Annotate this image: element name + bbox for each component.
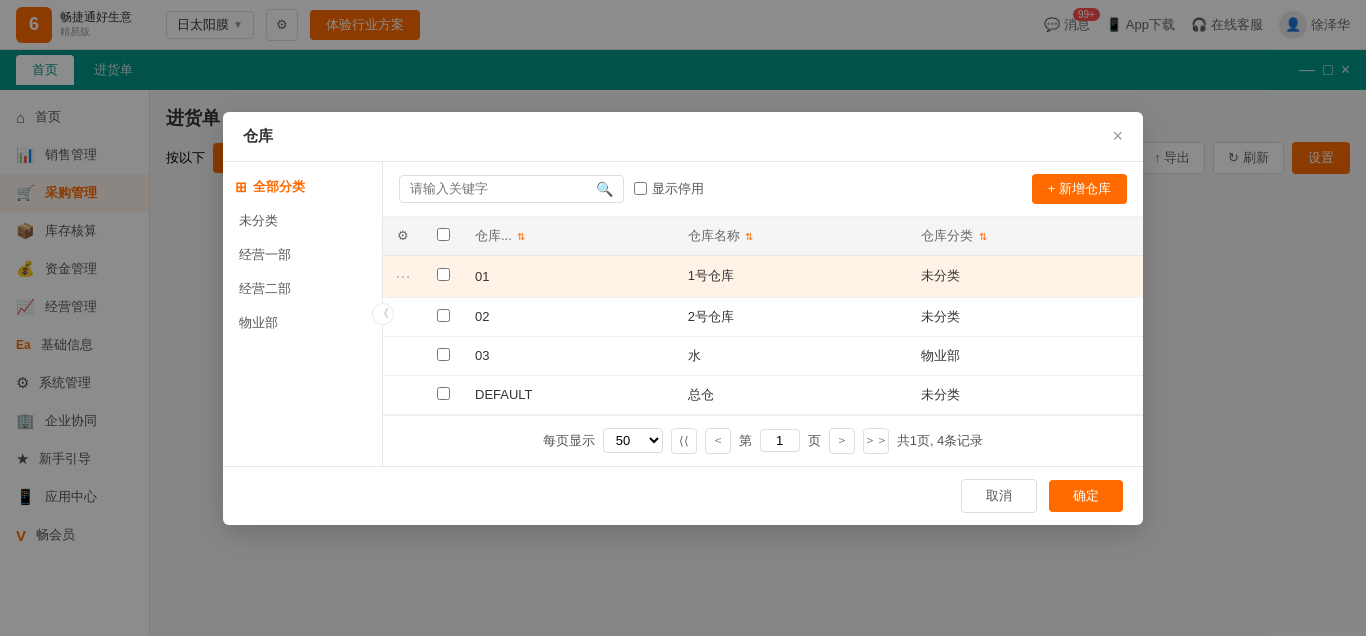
sort-cat-icon: ⇅ [979,231,987,242]
dialog-close-button[interactable]: × [1112,126,1123,147]
search-box: 🔍 [399,175,624,203]
warehouse-table: ⚙ 仓库... ⇅ 仓库名称 ⇅ [383,217,1143,415]
warehouse-dialog: 仓库 × ⊞ 全部分类 未分类 经营一部 经营二部 物业部 《 [223,112,1143,525]
row-name: 1号仓库 [676,255,910,297]
row-checkbox[interactable] [437,268,450,281]
search-icon: 🔍 [596,181,613,197]
next-page-button[interactable]: ＞ [829,428,855,454]
row-checkbox[interactable] [437,387,450,400]
dialog-title: 仓库 [243,127,273,146]
table-row[interactable]: ··· 01 1号仓库 未分类 [383,255,1143,297]
sort-name-icon: ⇅ [745,231,753,242]
th-checkbox [423,217,463,256]
page-number-input[interactable] [760,429,800,452]
row-checkbox[interactable] [437,309,450,322]
row-action [383,336,423,375]
confirm-button[interactable]: 确定 [1049,480,1123,512]
row-code: 03 [463,336,676,375]
show-disabled-checkbox[interactable] [634,182,647,195]
modal-overlay: 仓库 × ⊞ 全部分类 未分类 经营一部 经营二部 物业部 《 [0,0,1366,636]
first-page-button[interactable]: ⟨⟨ [671,428,697,454]
row-name: 水 [676,336,910,375]
category-item-ops1[interactable]: 经营一部 [223,238,382,272]
last-page-button[interactable]: ＞＞ [863,428,889,454]
grid-icon: ⊞ [235,179,247,195]
all-categories-label: 全部分类 [253,178,305,196]
prev-page-button[interactable]: ＜ [705,428,731,454]
pagination: 每页显示 50 10 20 100 ⟨⟨ ＜ 第 页 ＞ ＞＞ 共1页, 4条记… [383,415,1143,466]
table-area: 🔍 显示停用 + 新增仓库 ⚙ [383,162,1143,466]
page-suffix: 页 [808,432,821,450]
category-item-ops2[interactable]: 经营二部 [223,272,382,306]
page-label: 第 [739,432,752,450]
data-table: ⚙ 仓库... ⇅ 仓库名称 ⇅ [383,217,1143,415]
table-row[interactable]: 02 2号仓库 未分类 [383,297,1143,336]
th-code: 仓库... ⇅ [463,217,676,256]
category-sidebar: ⊞ 全部分类 未分类 经营一部 经营二部 物业部 《 [223,162,383,466]
ellipsis-icon[interactable]: ··· [395,266,410,286]
category-item-unclassified[interactable]: 未分类 [223,204,382,238]
row-checkbox[interactable] [437,348,450,361]
row-action [383,375,423,414]
per-page-select[interactable]: 50 10 20 100 [603,428,663,453]
row-category: 物业部 [909,336,1143,375]
select-all-checkbox[interactable] [437,228,450,241]
row-code: 01 [463,255,676,297]
row-check [423,255,463,297]
th-category: 仓库分类 ⇅ [909,217,1143,256]
search-input[interactable] [410,181,590,196]
row-check [423,336,463,375]
table-header-row: ⚙ 仓库... ⇅ 仓库名称 ⇅ [383,217,1143,256]
sort-code-icon: ⇅ [517,231,525,242]
row-name: 总仓 [676,375,910,414]
per-page-label: 每页显示 [543,432,595,450]
table-row[interactable]: 03 水 物业部 [383,336,1143,375]
all-categories-button[interactable]: ⊞ 全部分类 [223,170,382,204]
th-name: 仓库名称 ⇅ [676,217,910,256]
row-check [423,297,463,336]
th-settings: ⚙ [383,217,423,256]
row-check [423,375,463,414]
row-category: 未分类 [909,255,1143,297]
row-code: 02 [463,297,676,336]
category-item-property[interactable]: 物业部 [223,306,382,340]
row-category: 未分类 [909,375,1143,414]
show-disabled-label: 显示停用 [652,180,704,198]
show-disabled-checkbox-label[interactable]: 显示停用 [634,180,704,198]
dialog-footer: 取消 确定 [223,466,1143,525]
total-info: 共1页, 4条记录 [897,432,984,450]
row-code: DEFAULT [463,375,676,414]
dialog-header: 仓库 × [223,112,1143,162]
collapse-sidebar-button[interactable]: 《 [372,303,394,325]
dialog-body: ⊞ 全部分类 未分类 经营一部 经营二部 物业部 《 🔍 [223,162,1143,466]
cancel-button[interactable]: 取消 [961,479,1037,513]
table-row[interactable]: DEFAULT 总仓 未分类 [383,375,1143,414]
row-category: 未分类 [909,297,1143,336]
table-toolbar: 🔍 显示停用 + 新增仓库 [383,162,1143,217]
row-action: ··· [383,255,423,297]
add-warehouse-button[interactable]: + 新增仓库 [1032,174,1127,204]
row-name: 2号仓库 [676,297,910,336]
